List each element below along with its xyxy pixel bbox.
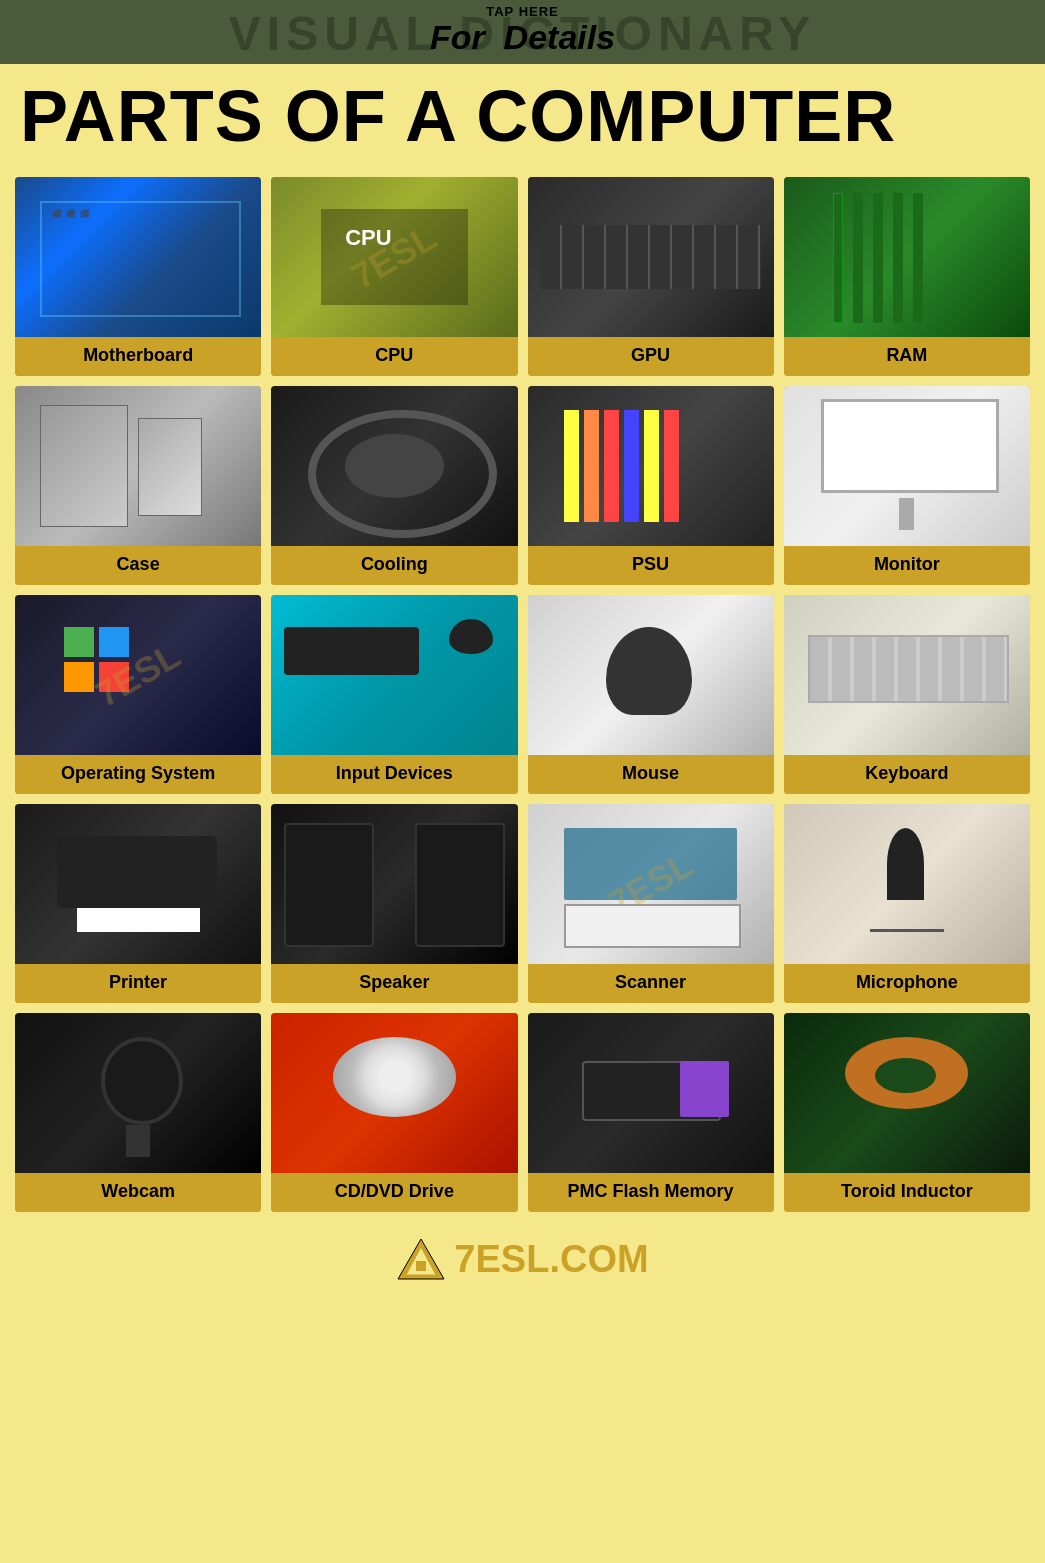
tap-here-overlay[interactable]: TAP HERE For Details (373, 4, 673, 56)
grid-item-cddvd[interactable]: CD/DVD Drive (271, 1013, 517, 1212)
image-input (271, 595, 517, 755)
page-title: PARTS OF A COMPUTER (20, 80, 1025, 152)
label-psu: PSU (528, 546, 774, 585)
label-input: Input Devices (271, 755, 517, 794)
label-case: Case (15, 546, 261, 585)
footer-logo-letters: ESL.COM (476, 1238, 649, 1280)
image-mouse (528, 595, 774, 755)
label-toroid: Toroid Inductor (784, 1173, 1030, 1212)
grid-item-scanner[interactable]: 7ESLScanner (528, 804, 774, 1003)
footer-logo-text: 7ESL.COM (454, 1238, 648, 1281)
label-webcam: Webcam (15, 1173, 261, 1212)
parts-grid: Motherboard7ESLCPUGPURAMCaseCoolingPSUMo… (0, 162, 1045, 1223)
grid-item-printer[interactable]: Printer (15, 804, 261, 1003)
grid-item-gpu[interactable]: GPU (528, 177, 774, 376)
label-motherboard: Motherboard (15, 337, 261, 376)
label-printer: Printer (15, 964, 261, 1003)
image-psu (528, 386, 774, 546)
image-monitor (784, 386, 1030, 546)
image-keyboard (784, 595, 1030, 755)
grid-item-speaker[interactable]: Speaker (271, 804, 517, 1003)
svg-rect-2 (416, 1261, 426, 1271)
image-cddvd (271, 1013, 517, 1173)
grid-item-cpu[interactable]: 7ESLCPU (271, 177, 517, 376)
header: VISUAL DICTIONARY TAP HERE For Details (0, 0, 1045, 64)
grid-item-ram[interactable]: RAM (784, 177, 1030, 376)
grid-item-microphone[interactable]: Microphone (784, 804, 1030, 1003)
page-title-area: PARTS OF A COMPUTER (0, 64, 1045, 162)
image-os: 7ESL (15, 595, 261, 755)
grid-item-toroid[interactable]: Toroid Inductor (784, 1013, 1030, 1212)
label-gpu: GPU (528, 337, 774, 376)
grid-item-flash[interactable]: PMC Flash Memory (528, 1013, 774, 1212)
image-scanner: 7ESL (528, 804, 774, 964)
image-speaker (271, 804, 517, 964)
label-flash: PMC Flash Memory (528, 1173, 774, 1212)
tap-details-label: Details (504, 18, 616, 56)
label-ram: RAM (784, 337, 1030, 376)
grid-item-case[interactable]: Case (15, 386, 261, 585)
image-webcam (15, 1013, 261, 1173)
grid-item-os[interactable]: 7ESLOperating System (15, 595, 261, 794)
image-printer (15, 804, 261, 964)
image-flash (528, 1013, 774, 1173)
image-toroid (784, 1013, 1030, 1173)
footer-logo[interactable]: 7ESL.COM (396, 1237, 648, 1281)
grid-item-keyboard[interactable]: Keyboard (784, 595, 1030, 794)
label-cooling: Cooling (271, 546, 517, 585)
grid-item-input[interactable]: Input Devices (271, 595, 517, 794)
image-motherboard (15, 177, 261, 337)
grid-item-monitor[interactable]: Monitor (784, 386, 1030, 585)
label-keyboard: Keyboard (784, 755, 1030, 794)
label-speaker: Speaker (271, 964, 517, 1003)
grid-item-cooling[interactable]: Cooling (271, 386, 517, 585)
image-cooling (271, 386, 517, 546)
label-cddvd: CD/DVD Drive (271, 1173, 517, 1212)
label-cpu: CPU (271, 337, 517, 376)
grid-item-webcam[interactable]: Webcam (15, 1013, 261, 1212)
tap-for-label: For (430, 18, 485, 56)
image-cpu: 7ESL (271, 177, 517, 337)
grid-item-mouse[interactable]: Mouse (528, 595, 774, 794)
tap-here-small-text: TAP HERE (373, 4, 673, 19)
grid-item-psu[interactable]: PSU (528, 386, 774, 585)
image-case (15, 386, 261, 546)
label-os: Operating System (15, 755, 261, 794)
image-ram (784, 177, 1030, 337)
footer-logo-number: 7 (454, 1238, 475, 1280)
label-mouse: Mouse (528, 755, 774, 794)
esl-logo-icon (396, 1237, 446, 1281)
footer: 7ESL.COM (0, 1223, 1045, 1301)
tap-here-big-text: For Details (373, 19, 673, 56)
image-microphone (784, 804, 1030, 964)
label-microphone: Microphone (784, 964, 1030, 1003)
grid-item-motherboard[interactable]: Motherboard (15, 177, 261, 376)
label-monitor: Monitor (784, 546, 1030, 585)
image-gpu (528, 177, 774, 337)
label-scanner: Scanner (528, 964, 774, 1003)
